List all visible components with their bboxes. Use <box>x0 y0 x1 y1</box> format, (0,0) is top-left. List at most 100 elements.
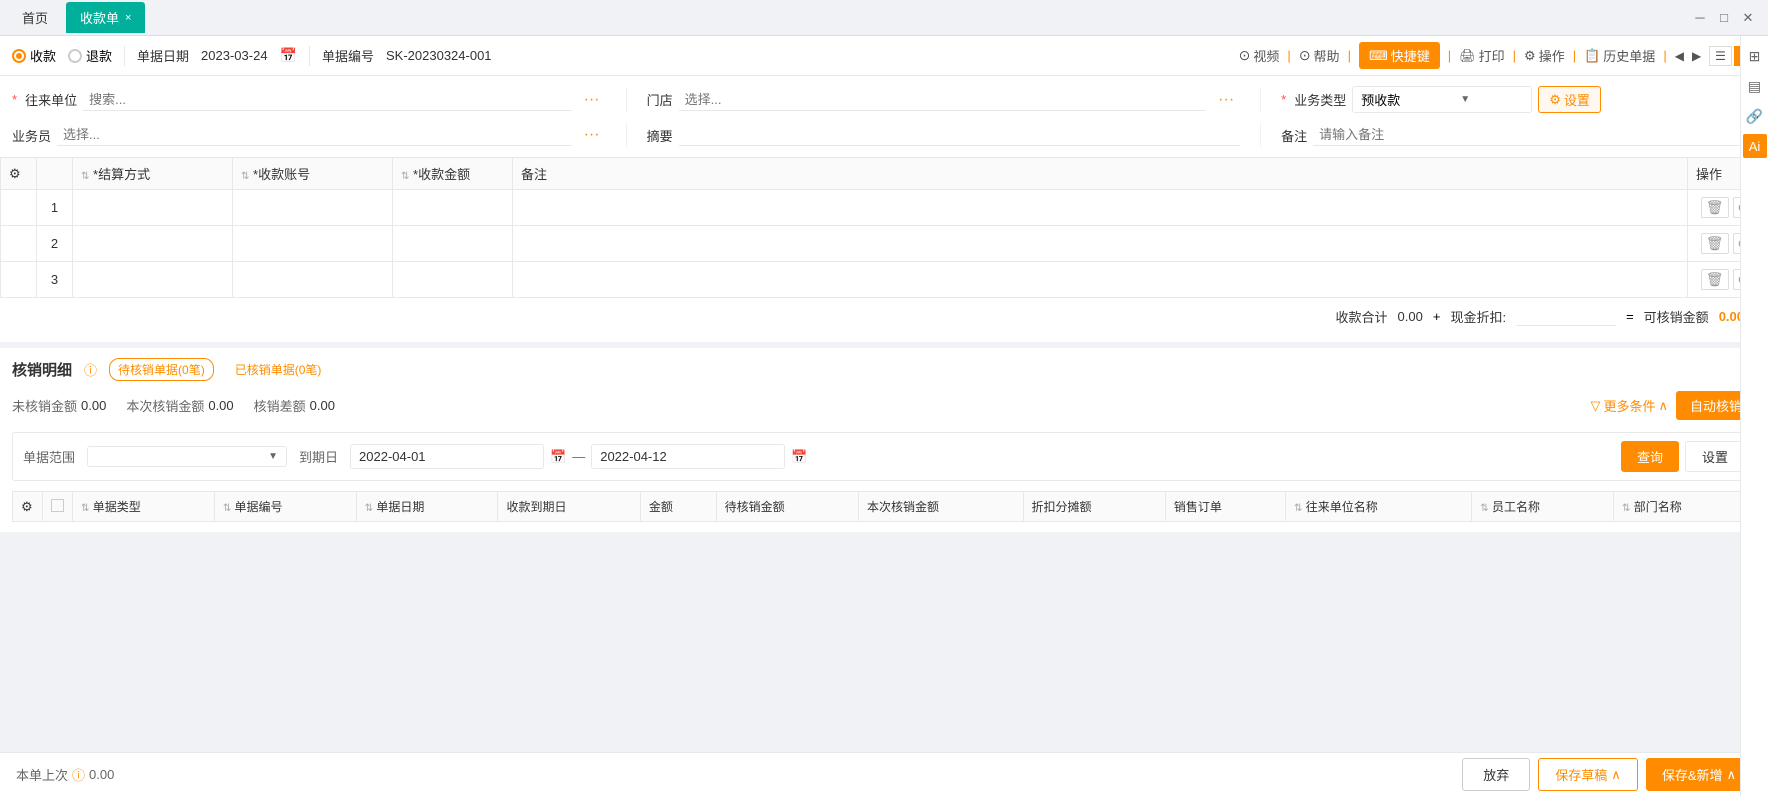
print-btn[interactable]: 🖨 打印 <box>1459 46 1505 65</box>
business-type-dropdown[interactable]: 预收款 ▼ <box>1352 86 1532 113</box>
maximize-btn[interactable]: □ <box>1716 10 1732 26</box>
sort-doc-date[interactable]: ⇅ <box>365 503 373 514</box>
sort-dept[interactable]: ⇅ <box>1622 503 1630 514</box>
divider-6: | <box>1513 48 1516 63</box>
shortcut-btn[interactable]: ⌨ 快捷键 <box>1359 42 1440 69</box>
sort-staff[interactable]: ⇅ <box>1480 503 1488 514</box>
sidebar-icon-link[interactable]: 🔗 <box>1743 104 1767 128</box>
divider-2 <box>309 46 310 66</box>
staff-more-btn[interactable]: ··· <box>578 126 606 144</box>
select-all-checkbox[interactable] <box>51 499 64 512</box>
row-3-remark[interactable] <box>513 262 1688 298</box>
shop-input[interactable] <box>679 89 1207 111</box>
radio-tuikuan[interactable]: 退款 <box>68 46 112 65</box>
date-to-input[interactable] <box>591 444 785 469</box>
col-header-sales-order: 销售订单 <box>1165 492 1285 522</box>
table-row: 3 🗑 ⊕ <box>1 262 1768 298</box>
bottom-table-settings-icon[interactable]: ⚙ <box>21 499 33 514</box>
row-2-amount[interactable] <box>393 226 513 262</box>
sort-icon-amount[interactable]: ⇅ <box>401 171 409 182</box>
sort-doc-num[interactable]: ⇅ <box>223 503 231 514</box>
row-3-settlement[interactable] <box>73 262 233 298</box>
col-header-current-verify: 本次核销金额 <box>858 492 1023 522</box>
save-new-btn[interactable]: 保存&新增 ∧ <box>1646 758 1752 791</box>
col-header-checkbox <box>43 492 73 522</box>
sidebar-icon-screen[interactable]: Ai <box>1743 134 1767 158</box>
tab-home[interactable]: 首页 <box>8 2 62 33</box>
unverified-label: 未核销金额 <box>12 396 77 415</box>
history-btn[interactable]: 📋 历史单据 <box>1584 46 1655 65</box>
draft-btn[interactable]: 保存草稿 ∧ <box>1538 758 1638 791</box>
video-btn[interactable]: ⊙ 视频 <box>1239 46 1280 65</box>
done-tab[interactable]: 已核销单据(0笔) <box>226 358 331 381</box>
row-3-delete-btn[interactable]: 🗑 <box>1701 269 1729 290</box>
row-2-remark[interactable] <box>513 226 1688 262</box>
row-1-settlement[interactable] <box>73 190 233 226</box>
staff-input[interactable] <box>57 124 572 146</box>
row-3-account[interactable] <box>233 262 393 298</box>
col-header-settings[interactable]: ⚙ <box>1 158 37 190</box>
ops-btn[interactable]: ⚙ 操作 <box>1524 46 1565 65</box>
row-2-settlement[interactable] <box>73 226 233 262</box>
counterpart-input[interactable] <box>83 89 572 111</box>
section-header: 核销明细 ⓘ 待核销单据(0笔) 已核销单据(0笔) <box>12 358 1756 381</box>
sort-partner[interactable]: ⇅ <box>1294 503 1302 514</box>
more-conditions-btn[interactable]: ▽ 更多条件 ∧ <box>1590 396 1668 415</box>
row-1-delete-btn[interactable]: 🗑 <box>1701 197 1729 218</box>
radio-dot-tuikuan <box>68 49 82 63</box>
sidebar-icon-table[interactable]: ▤ <box>1743 74 1767 98</box>
ai-label: Ai <box>1749 139 1761 154</box>
current-label: 本次核销金额 <box>126 396 204 415</box>
range-select[interactable]: ▼ <box>87 446 287 467</box>
setting-btn[interactable]: ⚙ 设置 <box>1538 86 1601 113</box>
tab-close-btn[interactable]: × <box>125 12 131 24</box>
remark-input[interactable] <box>1313 124 1756 146</box>
minimize-btn[interactable]: － <box>1692 10 1708 26</box>
sort-icon-settlement[interactable]: ⇅ <box>81 171 89 182</box>
row-1-account[interactable] <box>233 190 393 226</box>
divider-7: | <box>1573 48 1576 63</box>
print-icon: 🖨 <box>1459 48 1476 64</box>
row-3-settings <box>1 262 37 298</box>
diff-stat: 核销差额 0.00 <box>254 396 335 415</box>
row-2-account[interactable] <box>233 226 393 262</box>
row-1-amount[interactable] <box>393 190 513 226</box>
discount-input[interactable] <box>1516 306 1616 326</box>
bottom-info-value: 0.00 <box>89 767 114 782</box>
close-btn[interactable]: ✕ <box>1740 10 1756 26</box>
shop-more-btn[interactable]: ··· <box>1212 91 1240 109</box>
row-3-amount[interactable] <box>393 262 513 298</box>
sort-doc-type[interactable]: ⇅ <box>81 503 89 514</box>
calendar-icon[interactable]: 📅 <box>280 47 297 64</box>
nav-right-btn[interactable]: ▶ <box>1692 49 1701 63</box>
form-divider-2 <box>1260 88 1261 112</box>
history-label: 历史单据 <box>1603 46 1655 65</box>
date-from-input[interactable] <box>350 444 544 469</box>
cal-icon-from[interactable]: 📅 <box>550 449 566 465</box>
data-table: ⚙ ⇅ *结算方式 ⇅ *收款账号 ⇅ *收款金额 备注 操作 <box>0 157 1768 298</box>
col-header-settlement: ⇅ *结算方式 <box>73 158 233 190</box>
gear-icon: ⚙ <box>1549 92 1561 108</box>
summary-input[interactable] <box>679 124 1241 146</box>
abandon-btn[interactable]: 放弃 <box>1462 758 1530 791</box>
sidebar-icon-grid[interactable]: ⊞ <box>1743 44 1767 68</box>
filter-setting-btn[interactable]: 设置 <box>1685 441 1745 472</box>
info-icon[interactable]: ⓘ <box>84 360 97 379</box>
row-2-delete-btn[interactable]: 🗑 <box>1701 233 1729 254</box>
tab-active[interactable]: 收款单 × <box>66 2 145 33</box>
stat-actions: ▽ 更多条件 ∧ 自动核销 <box>1590 391 1756 420</box>
shortcut-label: 快捷键 <box>1391 46 1430 65</box>
nav-left-btn[interactable]: ◀ <box>1675 49 1684 63</box>
view-list-btn[interactable]: ☰ <box>1709 46 1732 66</box>
bottom-bar: 本单上次 ⓘ 0.00 放弃 保存草稿 ∧ 保存&新增 ∧ <box>0 752 1768 796</box>
help-btn[interactable]: ⊙ 帮助 <box>1299 46 1340 65</box>
cal-icon-to[interactable]: 📅 <box>791 449 807 465</box>
query-btn[interactable]: 查询 <box>1621 441 1679 472</box>
sort-icon-account[interactable]: ⇅ <box>241 171 249 182</box>
row-1-remark[interactable] <box>513 190 1688 226</box>
radio-shoukuan[interactable]: 收款 <box>12 46 56 65</box>
pending-tab[interactable]: 待核销单据(0笔) <box>109 358 214 381</box>
table-row: 1 🗑 ⊕ <box>1 190 1768 226</box>
counterpart-more-btn[interactable]: ··· <box>578 91 606 109</box>
bottom-info-icon[interactable]: ⓘ <box>72 765 85 784</box>
